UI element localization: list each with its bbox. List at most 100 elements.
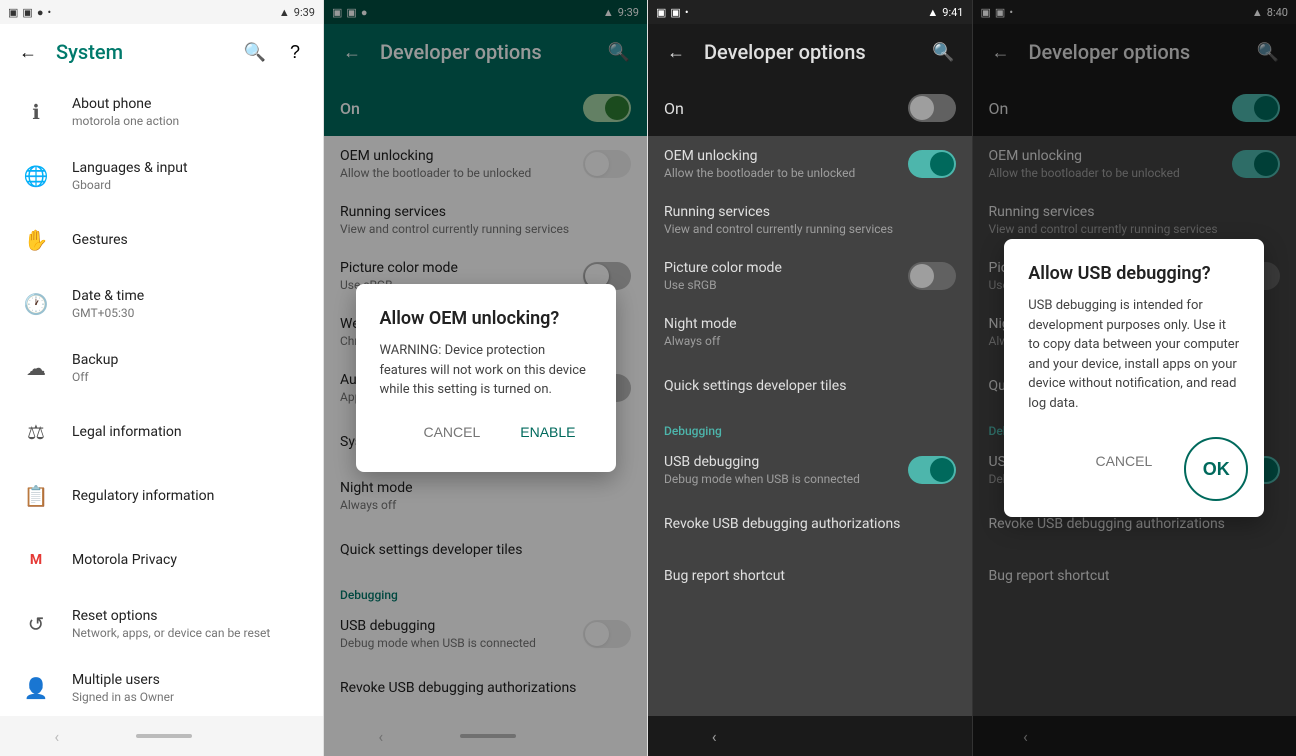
usb-sub-r1: Debug mode when USB is connected <box>664 472 908 486</box>
motorola-icon: M <box>16 540 56 580</box>
right-panels-wrapper: ▣ ▣ • ▲ 9:41 ← Developer options 🔍 On O <box>648 0 1296 756</box>
nav-bar-left: ‹ <box>0 716 323 756</box>
gestures-item[interactable]: ✋ Gestures <box>0 208 323 272</box>
users-subtitle: Signed in as Owner <box>72 690 307 704</box>
color-item-r1[interactable]: Picture color mode Use sRGB <box>648 248 972 304</box>
about-subtitle: motorola one action <box>72 114 307 128</box>
sim-r1: ▣ <box>656 6 666 19</box>
list-r1: OEM unlocking Allow the bootloader to be… <box>648 136 972 716</box>
master-toggle-r1[interactable] <box>908 94 956 122</box>
legal-item[interactable]: ⚖ Legal information <box>0 400 323 464</box>
usb-toggle-r1[interactable] <box>908 456 956 484</box>
night-sub-r1: Always off <box>664 334 956 348</box>
gestures-icon: ✋ <box>16 220 56 260</box>
revoke-title-r1: Revoke USB debugging authorizations <box>664 516 956 532</box>
usb-item-r1[interactable]: USB debugging Debug mode when USB is con… <box>648 442 972 498</box>
status-icons-left: ▣ ▣ ● • <box>8 6 51 19</box>
gestures-title: Gestures <box>72 232 307 248</box>
search-r1[interactable]: 🔍 <box>924 32 964 72</box>
about-icon: ℹ <box>16 92 56 132</box>
sim-icon: ▣ <box>8 6 18 19</box>
app-bar-r1: ← Developer options 🔍 <box>648 24 972 80</box>
usb-dialog-overlay: Allow USB debugging? USB debugging is in… <box>973 0 1296 756</box>
usb-dialog-title: Allow USB debugging? <box>1028 263 1240 284</box>
dialog-body: WARNING: Device protection features will… <box>380 341 592 400</box>
dialog-enable-button[interactable]: Enable <box>504 416 591 448</box>
users-item[interactable]: 👤 Multiple users Signed in as Owner <box>0 656 323 716</box>
usb-cancel-button[interactable]: Cancel <box>1079 429 1168 493</box>
developer-options-panel: ▣ ▣ ● ▲ 9:39 ← Developer options 🔍 On OE… <box>324 0 648 756</box>
qs-item-r1[interactable]: Quick settings developer tiles <box>648 360 972 412</box>
oem-unlock-dialog: Allow OEM unlocking? WARNING: Device pro… <box>356 284 616 472</box>
regulatory-item[interactable]: 📋 Regulatory information <box>0 464 323 528</box>
motorola-title: Motorola Privacy <box>72 552 307 568</box>
color-title-r1: Picture color mode <box>664 260 908 276</box>
ok-circle[interactable]: OK <box>1184 437 1248 501</box>
nav-bar-r1: ‹ <box>648 716 972 756</box>
oem-toggle-r1[interactable] <box>908 150 956 178</box>
reset-item[interactable]: ↺ Reset options Network, apps, or device… <box>0 592 323 656</box>
qs-title-r1: Quick settings developer tiles <box>664 378 956 394</box>
on-row-r1: On <box>648 80 972 136</box>
datetime-icon: 🕐 <box>16 284 56 324</box>
backup-item[interactable]: ☁ Backup Off <box>0 336 323 400</box>
reset-subtitle: Network, apps, or device can be reset <box>72 626 307 640</box>
wifi-icon: ▲ <box>279 6 290 19</box>
legal-icon: ⚖ <box>16 412 56 452</box>
dot-r1: • <box>685 6 689 19</box>
home-nav-pill[interactable] <box>136 734 192 738</box>
developer-options-dark-panel-1: ▣ ▣ • ▲ 9:41 ← Developer options 🔍 On O <box>648 0 972 756</box>
running-item-r1[interactable]: Running services View and control curren… <box>648 192 972 248</box>
users-title: Multiple users <box>72 672 307 688</box>
title-r1: Developer options <box>696 40 924 64</box>
oem-thumb-r1 <box>930 152 954 176</box>
dialog-actions: Cancel Enable <box>380 416 592 448</box>
system-settings-panel: ▣ ▣ ● • ▲ 9:39 ← System 🔍 ? ℹ About phon… <box>0 0 324 756</box>
datetime-item[interactable]: 🕐 Date & time GMT+05:30 <box>0 272 323 336</box>
search-button[interactable]: 🔍 <box>235 32 275 72</box>
color-sub-r1: Use sRGB <box>664 278 908 292</box>
usb-dialog-actions: Cancel OK <box>1028 429 1240 493</box>
about-phone-item[interactable]: ℹ About phone motorola one action <box>0 80 323 144</box>
status-icons-right: ▲ 9:39 <box>279 6 315 19</box>
dialog-title: Allow OEM unlocking? <box>380 308 592 329</box>
back-r1[interactable]: ← <box>656 32 696 72</box>
bug-item-r1[interactable]: Bug report shortcut <box>648 550 972 602</box>
oem-dialog-overlay: Allow OEM unlocking? WARNING: Device pro… <box>324 0 647 756</box>
languages-item[interactable]: 🌐 Languages & input Gboard <box>0 144 323 208</box>
night-title-r1: Night mode <box>664 316 956 332</box>
backup-subtitle: Off <box>72 370 307 384</box>
debug-label-r1: Debugging <box>648 412 972 442</box>
status-icons-r1: ▣ ▣ • <box>656 6 689 19</box>
revoke-item-r1[interactable]: Revoke USB debugging authorizations <box>648 498 972 550</box>
motorola-privacy-item[interactable]: M Motorola Privacy <box>0 528 323 592</box>
time-display: 9:39 <box>294 6 315 19</box>
usb-ok-button[interactable]: OK <box>1187 451 1246 488</box>
bug-title-r1: Bug report shortcut <box>664 568 956 584</box>
datetime-title: Date & time <box>72 288 307 304</box>
developer-options-dark-panel-2: ▣ ▣ • ▲ 8:40 ← Developer options 🔍 On O <box>972 0 1296 756</box>
sim2-r1: ▣ <box>670 6 680 19</box>
status-right-r1: ▲ 9:41 <box>927 6 963 19</box>
usb-title-r1: USB debugging <box>664 454 908 470</box>
back-nav-icon[interactable]: ‹ <box>54 727 59 746</box>
oem-item-r1[interactable]: OEM unlocking Allow the bootloader to be… <box>648 136 972 192</box>
languages-icon: 🌐 <box>16 156 56 196</box>
toggle-thumb-r1 <box>910 96 934 120</box>
drm-icon: ● <box>37 6 44 19</box>
time-r1: 9:41 <box>942 6 963 19</box>
color-thumb-r1 <box>910 264 934 288</box>
languages-subtitle: Gboard <box>72 178 307 192</box>
usb-dialog-body: USB debugging is intended for developmen… <box>1028 296 1240 413</box>
night-item-r1[interactable]: Night mode Always off <box>648 304 972 360</box>
back-nav-r1[interactable]: ‹ <box>712 727 717 746</box>
help-button[interactable]: ? <box>275 32 315 72</box>
reset-title: Reset options <box>72 608 307 624</box>
running-sub-r1: View and control currently running servi… <box>664 222 956 236</box>
status-bar-r1: ▣ ▣ • ▲ 9:41 <box>648 0 972 24</box>
dialog-cancel-button[interactable]: Cancel <box>407 416 496 448</box>
color-toggle-r1[interactable] <box>908 262 956 290</box>
usb-thumb-r1 <box>930 458 954 482</box>
back-button[interactable]: ← <box>8 32 48 72</box>
backup-title: Backup <box>72 352 307 368</box>
